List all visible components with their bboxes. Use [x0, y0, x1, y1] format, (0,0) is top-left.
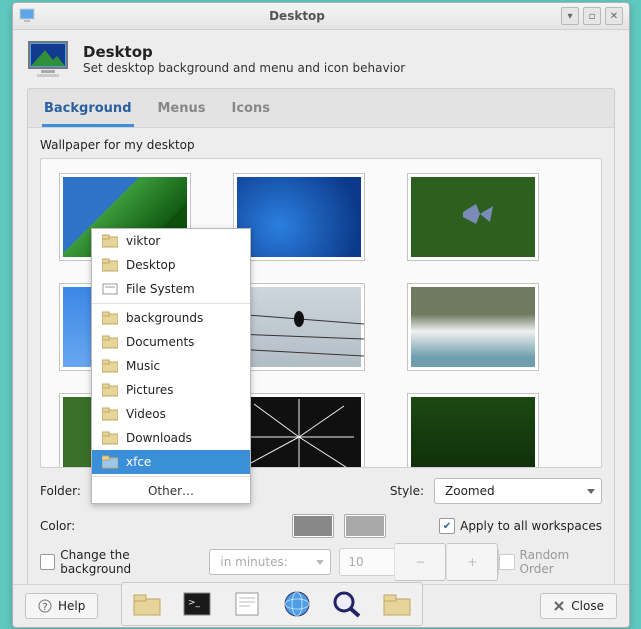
dock-terminal[interactable]: >_	[181, 588, 213, 620]
style-label: Style:	[390, 484, 424, 498]
wallpaper-thumb[interactable]	[407, 173, 539, 261]
apply-all-label: Apply to all workspaces	[460, 519, 602, 533]
dock-editor[interactable]	[231, 588, 263, 620]
stepper-minus[interactable]: −	[394, 543, 446, 581]
close-icon	[553, 600, 565, 612]
checkbox-icon: ✔	[439, 518, 455, 534]
dock-folder[interactable]	[381, 588, 413, 620]
folder-icon	[102, 455, 118, 469]
separator	[92, 303, 250, 304]
page-subtitle: Set desktop background and menu and icon…	[83, 61, 405, 75]
wallpaper-thumb[interactable]	[407, 393, 539, 468]
style-value: Zoomed	[445, 484, 495, 498]
desktop-header-icon	[27, 40, 71, 78]
checkbox-icon	[499, 554, 514, 570]
folder-icon	[102, 311, 118, 325]
change-unit-value: in minutes:	[220, 555, 287, 569]
change-interval-stepper[interactable]: 10 − +	[339, 548, 499, 576]
folder-icon	[102, 383, 118, 397]
change-background-checkbox[interactable]: Change the background	[40, 548, 196, 576]
change-bg-label: Change the background	[60, 548, 196, 576]
folder-icon	[102, 359, 118, 373]
wallpaper-thumb[interactable]	[233, 283, 365, 371]
section-label: Wallpaper for my desktop	[40, 138, 602, 152]
chevron-down-icon	[587, 489, 595, 494]
folder-icon	[102, 258, 118, 272]
stepper-plus[interactable]: +	[446, 543, 498, 581]
chevron-down-icon	[316, 560, 324, 565]
help-icon: ?	[38, 599, 52, 613]
folder-option-backgrounds[interactable]: backgrounds	[92, 306, 250, 330]
folder-option-viktor[interactable]: viktor	[92, 229, 250, 253]
folder-option-xfce[interactable]: xfce	[92, 450, 250, 474]
folder-option-filesystem[interactable]: File System	[92, 277, 250, 301]
desktop-app-icon	[19, 7, 37, 25]
dock-panel[interactable]: >_	[121, 582, 423, 626]
folder-dropdown[interactable]: viktor Desktop File System backgrounds D…	[91, 228, 251, 504]
checkbox-icon	[40, 554, 55, 570]
dock-search[interactable]	[331, 588, 363, 620]
tab-menus[interactable]: Menus	[156, 97, 208, 127]
maximize-button[interactable]: ▫	[583, 7, 601, 25]
titlebar[interactable]: Desktop ▾ ▫ ✕	[13, 3, 629, 30]
dock-browser[interactable]	[281, 588, 313, 620]
folder-option-videos[interactable]: Videos	[92, 402, 250, 426]
page-title: Desktop	[83, 43, 405, 61]
style-select[interactable]: Zoomed	[434, 478, 602, 504]
desktop-settings-window: Desktop ▾ ▫ ✕ Desktop Set desktop backgr…	[12, 2, 630, 628]
folder-icon	[102, 234, 118, 248]
folder-label: Folder:	[40, 484, 92, 498]
apply-all-workspaces-checkbox[interactable]: ✔ Apply to all workspaces	[439, 518, 602, 534]
folder-option-downloads[interactable]: Downloads	[92, 426, 250, 450]
folder-icon	[102, 335, 118, 349]
folder-icon	[102, 431, 118, 445]
color-swatch-secondary[interactable]	[344, 514, 386, 538]
svg-text:?: ?	[42, 602, 47, 613]
close-button[interactable]: Close	[540, 593, 617, 619]
tab-icons[interactable]: Icons	[230, 97, 272, 127]
minimize-button[interactable]: ▾	[561, 7, 579, 25]
separator	[92, 476, 250, 477]
tab-background[interactable]: Background	[42, 97, 134, 127]
color-swatch-primary[interactable]	[292, 514, 334, 538]
folder-option-documents[interactable]: Documents	[92, 330, 250, 354]
help-button[interactable]: ? Help	[25, 593, 98, 619]
tabstrip: Background Menus Icons	[28, 89, 614, 128]
folder-icon	[102, 407, 118, 421]
wallpaper-thumb[interactable]	[233, 393, 365, 468]
dock-filemanager[interactable]	[131, 588, 163, 620]
folder-option-music[interactable]: Music	[92, 354, 250, 378]
folder-option-other[interactable]: Other…	[92, 479, 250, 503]
color-label: Color:	[40, 519, 92, 533]
random-order-checkbox[interactable]: Random Order	[499, 548, 602, 576]
random-order-label: Random Order	[520, 548, 602, 576]
wallpaper-thumb[interactable]	[233, 173, 365, 261]
drive-icon	[102, 282, 118, 296]
change-interval-value: 10	[340, 555, 394, 569]
header: Desktop Set desktop background and menu …	[13, 30, 629, 88]
color-row: Color: ✔ Apply to all workspaces	[40, 514, 602, 538]
window-title: Desktop	[37, 9, 557, 23]
svg-text:>_: >_	[188, 598, 201, 608]
wallpaper-thumb[interactable]	[407, 283, 539, 371]
change-unit-select[interactable]: in minutes:	[209, 549, 331, 575]
folder-option-desktop[interactable]: Desktop	[92, 253, 250, 277]
change-bg-row: Change the background in minutes: 10 − +	[40, 548, 602, 576]
folder-option-pictures[interactable]: Pictures	[92, 378, 250, 402]
close-window-button[interactable]: ✕	[605, 7, 623, 25]
